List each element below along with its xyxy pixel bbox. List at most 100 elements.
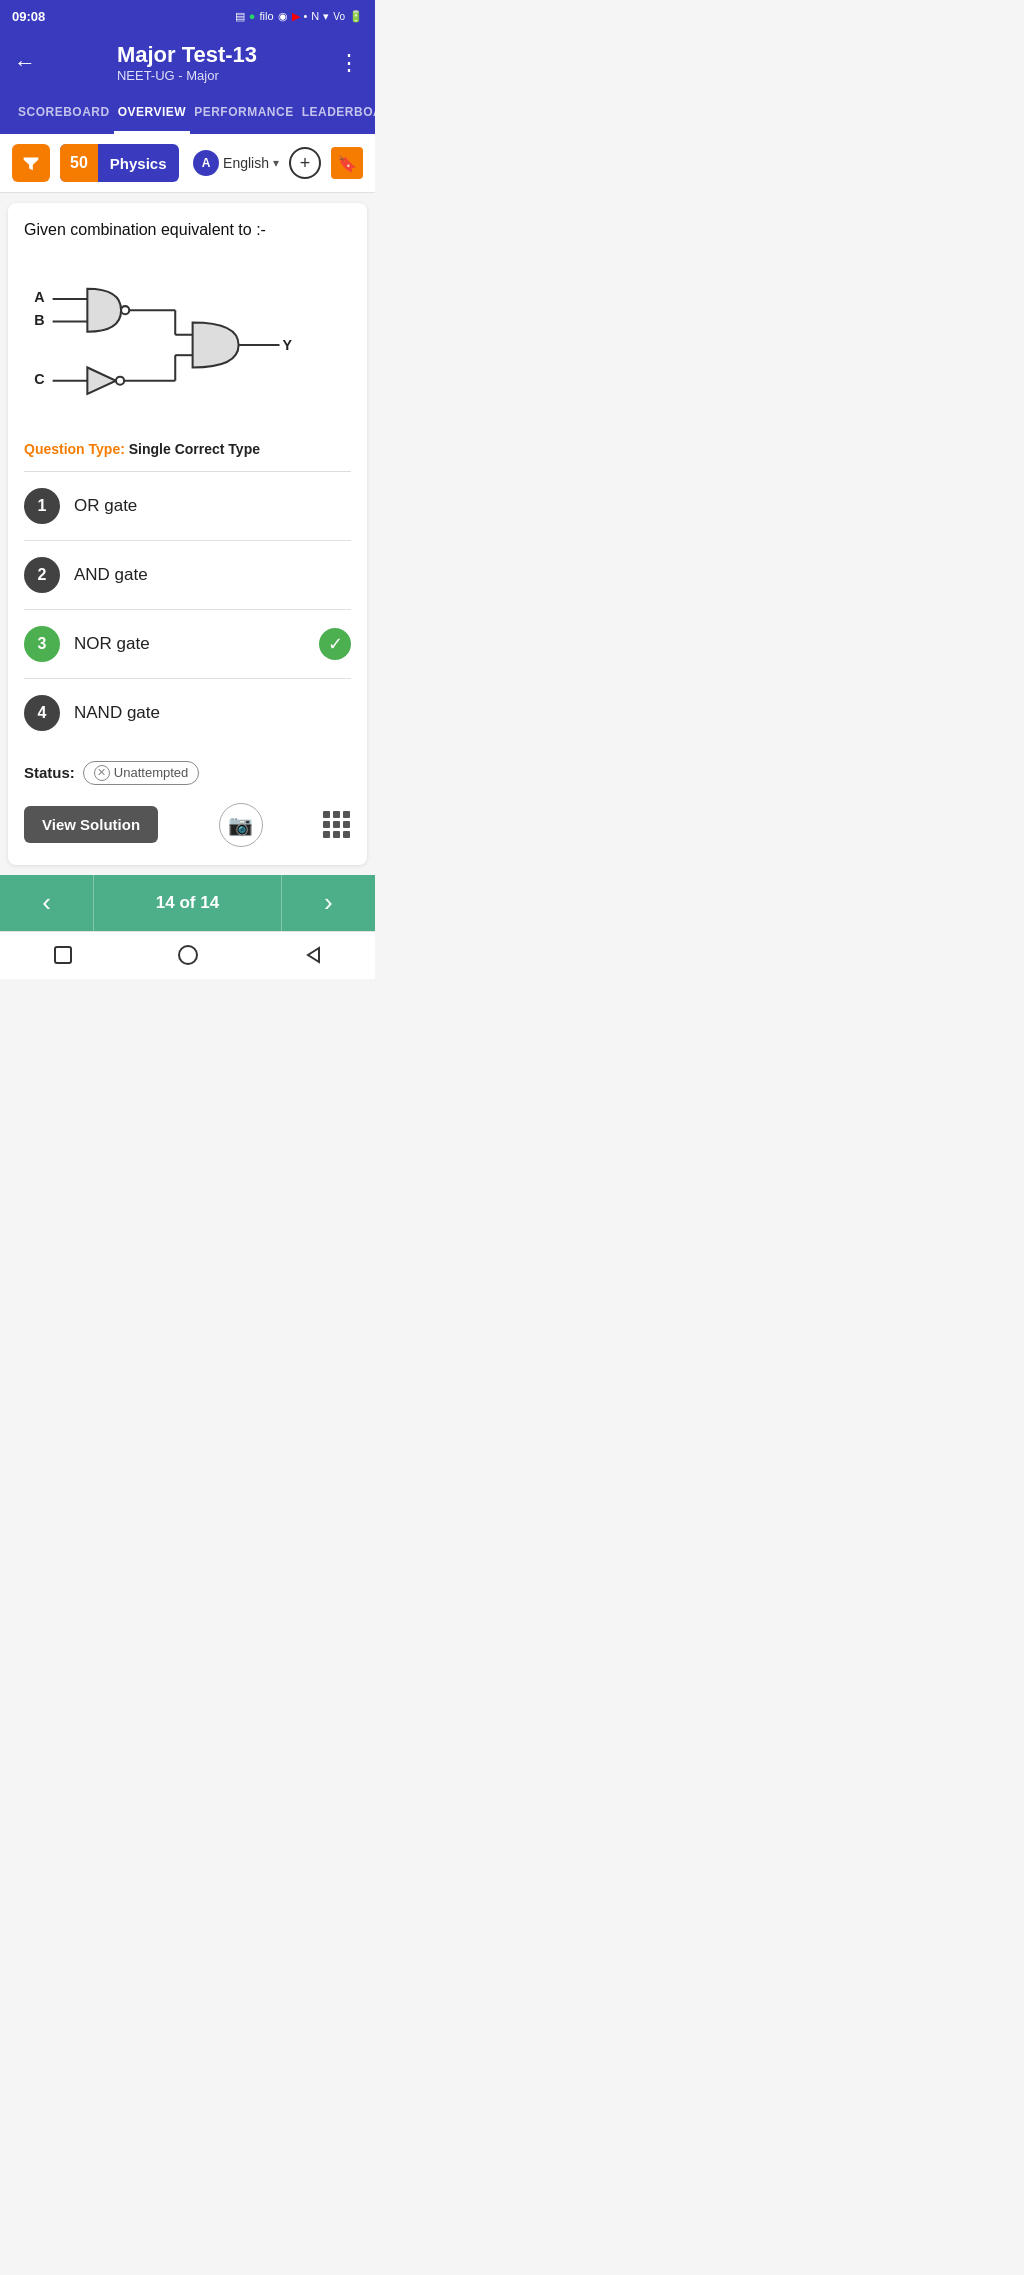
notification-icon: ▤	[235, 10, 245, 23]
recents-icon	[176, 943, 200, 967]
svg-marker-8	[87, 367, 116, 394]
svg-text:Y: Y	[283, 337, 293, 353]
language-label: English	[223, 155, 269, 171]
camera-icon: 📷	[228, 813, 253, 837]
camera-button[interactable]: 📷	[219, 803, 263, 847]
question-number: 50	[60, 144, 98, 182]
navigation-footer: ‹ 14 of 14 ›	[0, 875, 375, 931]
option-row-1[interactable]: 1 OR gate	[24, 472, 351, 541]
next-button[interactable]: ›	[282, 875, 375, 931]
grid-dot	[343, 811, 350, 818]
recents-button[interactable]	[174, 941, 202, 969]
tabs: SCOREBOARD OVERVIEW PERFORMANCE LEADERBO…	[14, 93, 361, 134]
logic-gate-svg: A B C	[24, 253, 351, 417]
svg-point-5	[121, 306, 129, 314]
grid-dot	[323, 821, 330, 828]
view-solution-button[interactable]: View Solution	[24, 806, 158, 843]
subject-name: Physics	[98, 155, 179, 172]
status-row: Status: ✕ Unattempted	[24, 747, 351, 791]
volte-icon: Vo	[333, 11, 345, 22]
status-icons: ▤ ● filo ◉ ▶ • N ▾ Vo 🔋	[235, 10, 363, 23]
option-row-3[interactable]: 3 NOR gate ✓	[24, 610, 351, 679]
option-text-4: NAND gate	[74, 703, 351, 723]
circuit-diagram: A B C	[24, 253, 351, 421]
grid-dot	[343, 821, 350, 828]
filter-icon	[20, 152, 42, 174]
zoom-in-icon: +	[300, 153, 311, 174]
question-type: Question Type: Single Correct Type	[24, 441, 351, 457]
header-title-group: Major Test-13 NEET-UG - Major	[117, 42, 257, 83]
page-subtitle: NEET-UG - Major	[117, 68, 257, 83]
tab-leaderboard[interactable]: LEADERBOARD	[298, 93, 375, 134]
grid-dot	[333, 831, 340, 838]
tab-performance[interactable]: PERFORMANCE	[190, 93, 298, 134]
option-number-1: 1	[24, 488, 60, 524]
option-text-1: OR gate	[74, 496, 351, 516]
svg-text:B: B	[34, 312, 44, 328]
back-button[interactable]: ←	[14, 50, 36, 76]
option-number-3: 3	[24, 626, 60, 662]
filter-left: 50 Physics	[12, 144, 179, 182]
tab-overview[interactable]: OVERVIEW	[114, 93, 190, 134]
status-label: Status:	[24, 764, 75, 781]
grid-button[interactable]	[323, 811, 351, 838]
option-number-4: 4	[24, 695, 60, 731]
option-text-2: AND gate	[74, 565, 351, 585]
more-button[interactable]: ⋮	[338, 50, 361, 76]
zoom-button[interactable]: +	[289, 147, 321, 179]
svg-point-9	[116, 377, 124, 385]
grid-dot	[333, 811, 340, 818]
page-indicator-text: 14 of 14	[156, 893, 219, 913]
next-icon: ›	[324, 887, 333, 918]
youtube-icon: ▶	[292, 10, 300, 23]
bookmark-button[interactable]: 🔖	[331, 147, 363, 179]
lang-icon: A	[193, 150, 219, 176]
grid-dot	[323, 811, 330, 818]
back-sys-icon	[301, 943, 325, 967]
svg-point-18	[179, 946, 197, 964]
tab-scoreboard[interactable]: SCOREBOARD	[14, 93, 114, 134]
option-number-2: 2	[24, 557, 60, 593]
page-title: Major Test-13	[117, 42, 257, 68]
wifi-icon: ▾	[323, 10, 329, 23]
chevron-down-icon: ▾	[273, 156, 279, 170]
system-nav-bar	[0, 931, 375, 979]
filter-right: A English ▾ + 🔖	[193, 147, 363, 179]
header: ← Major Test-13 NEET-UG - Major ⋮ SCOREB…	[0, 32, 375, 134]
unattempted-icon: ✕	[94, 765, 110, 781]
filter-bar: 50 Physics A English ▾ + 🔖	[0, 134, 375, 193]
filter-button[interactable]	[12, 144, 50, 182]
prev-button[interactable]: ‹	[0, 875, 93, 931]
filo-label: filo	[259, 10, 273, 22]
svg-marker-19	[308, 948, 319, 962]
dot-icon: •	[304, 10, 308, 22]
nfc-icon: N	[311, 10, 319, 22]
home-button[interactable]	[49, 941, 77, 969]
status-badge: ✕ Unattempted	[83, 761, 199, 785]
status-badge-text: Unattempted	[114, 765, 188, 780]
svg-text:C: C	[34, 371, 44, 387]
battery-icon: 🔋	[349, 10, 363, 23]
grid-dot	[343, 831, 350, 838]
nav-page-indicator: 14 of 14	[93, 875, 282, 931]
correct-check-icon: ✓	[319, 628, 351, 660]
option-row-2[interactable]: 2 AND gate	[24, 541, 351, 610]
question-type-value: Single Correct Type	[129, 441, 260, 457]
question-type-label: Question Type:	[24, 441, 129, 457]
back-sys-button[interactable]	[299, 941, 327, 969]
signal-icon: ◉	[278, 10, 288, 23]
option-row-4[interactable]: 4 NAND gate	[24, 679, 351, 747]
subject-pill[interactable]: 50 Physics	[60, 144, 179, 182]
whatsapp-icon: ●	[249, 10, 256, 22]
grid-dot	[323, 831, 330, 838]
svg-text:A: A	[34, 289, 44, 305]
home-icon	[51, 943, 75, 967]
grid-dot	[333, 821, 340, 828]
status-time: 09:08	[12, 9, 45, 24]
options-list: 1 OR gate 2 AND gate 3 NOR gate ✓ 4 NAND…	[24, 472, 351, 747]
action-row: View Solution 📷	[24, 791, 351, 847]
question-text: Given combination equivalent to :-	[24, 221, 351, 239]
question-card: Given combination equivalent to :- A B C	[8, 203, 367, 865]
status-bar: 09:08 ▤ ● filo ◉ ▶ • N ▾ Vo 🔋	[0, 0, 375, 32]
language-button[interactable]: A English ▾	[193, 150, 279, 176]
